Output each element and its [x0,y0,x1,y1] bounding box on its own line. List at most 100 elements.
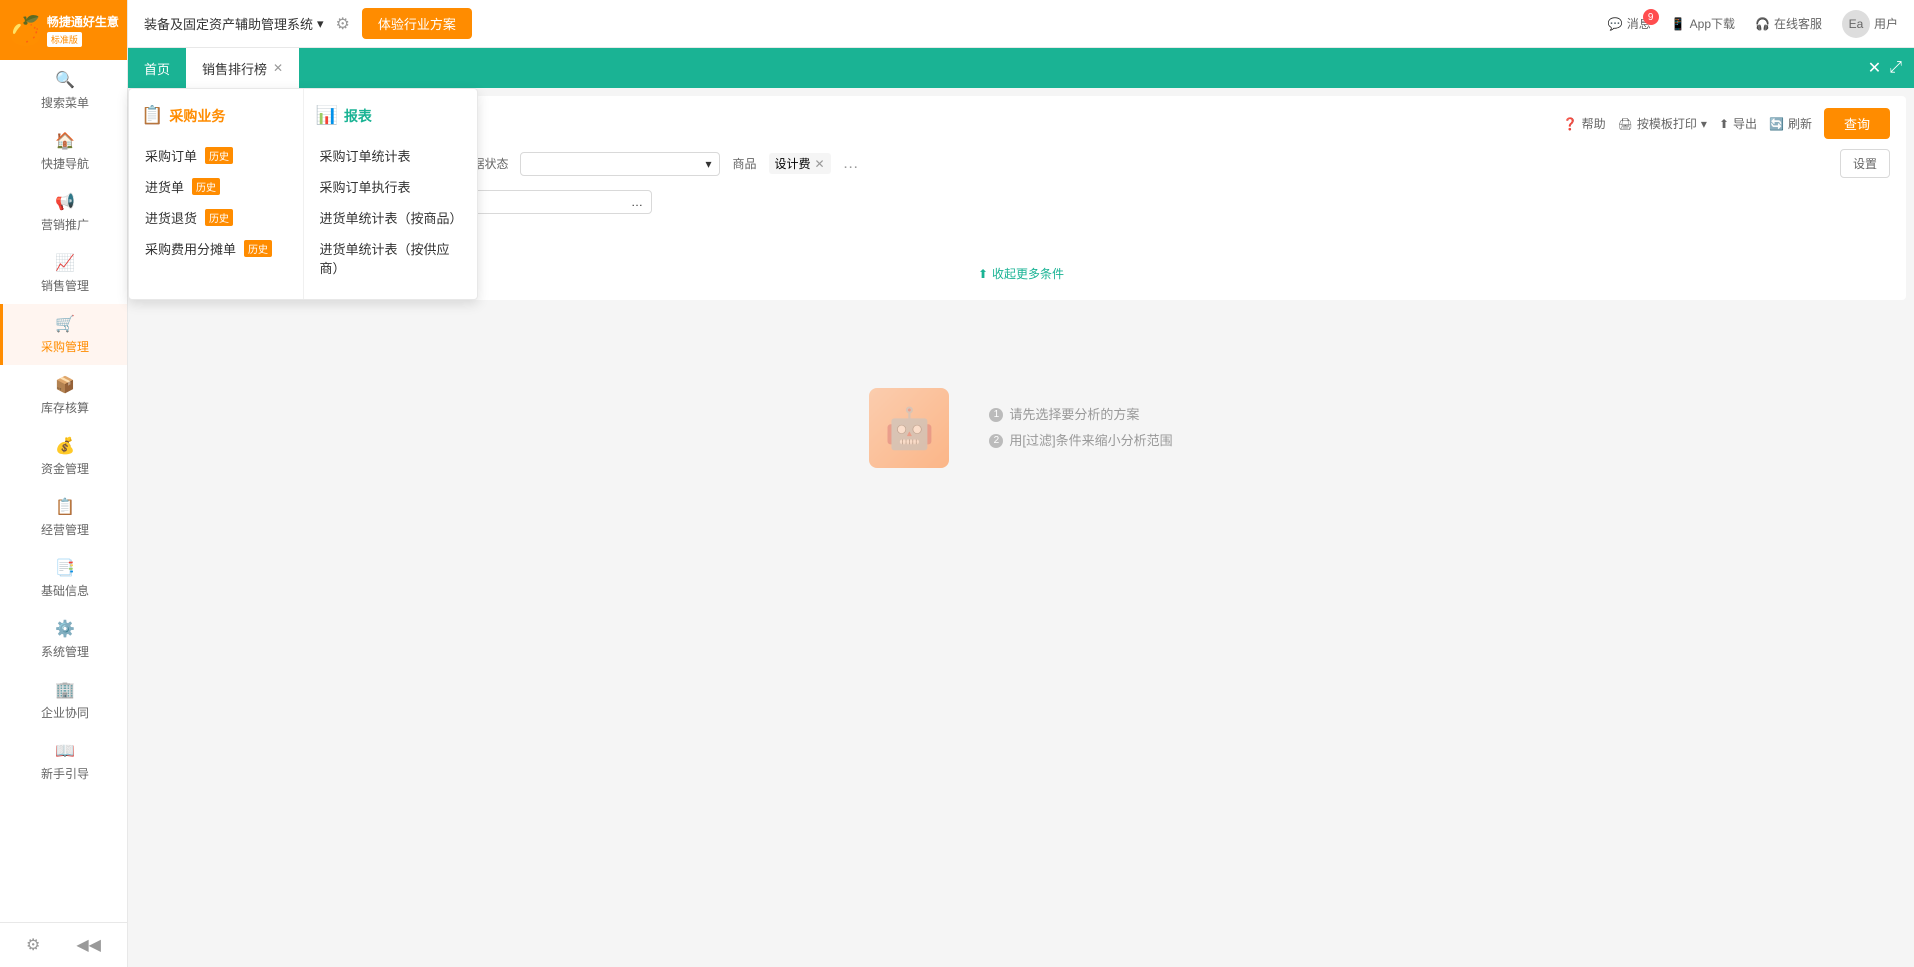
refresh-icon: 🔄 [1769,117,1784,131]
sidebar-item-enterprise-label: 企业协同 [41,704,89,721]
topbar-user[interactable]: Ea 用户 [1842,10,1898,38]
report-order-stats-item[interactable]: 采购订单统计表 [316,140,466,171]
search-icon: 🔍 [55,70,75,90]
purchase-order-history: 历史 [205,147,233,164]
tab-sales-rank[interactable]: 销售排行榜 ✕ [186,48,299,88]
goods-more-btn[interactable]: … [843,155,859,173]
logo-text: 畅捷通好生意 标准版 [47,13,119,47]
logo-icon: 🍊 [8,14,43,47]
sidebar-item-purchase[interactable]: 🛒 采购管理 [0,304,127,365]
sidebar-item-purchase-label: 采购管理 [41,338,89,355]
reports-col: 📊 报表 采购订单统计表 采购订单执行表 进货单统计表（按商品） 进货单统计表（… [304,89,478,299]
sidebar-item-enterprise[interactable]: 🏢 企业协同 [0,670,127,731]
topbar-app-download[interactable]: 📱 App下载 [1671,15,1735,32]
sidebar-item-system[interactable]: ⚙️ 系统管理 [0,609,127,670]
topbar-messages[interactable]: 💬 消息 9 [1608,15,1651,32]
sidebar-item-inventory-label: 库存核算 [41,399,89,416]
goods-tag-close[interactable]: ✕ [815,157,825,171]
tab-home-label: 首页 [144,59,170,78]
sidebar-menu: 🔍 搜索菜单 🏠 快捷导航 📢 营销推广 📈 销售管理 🛒 采购管理 📦 库存核… [0,60,127,922]
print-icon: 🖨 [1618,117,1633,131]
empty-state: 🤖 请先选择要分析的方案 用[过滤]条件来缩小分析范围 [128,308,1914,548]
topbar: 装备及固定资产辅助管理系统 ▾ ⚙ 体验行业方案 💬 消息 9 📱 App下载 … [128,0,1914,48]
report-inbound-supplier-item[interactable]: 进货单统计表（按供应商） [316,233,466,283]
sidebar-item-marketing[interactable]: 📢 营销推广 [0,182,127,243]
purchase-col-title: 📋 采购业务 [141,105,291,126]
purchase-icon: 🛒 [55,314,75,334]
report-order-exec-item[interactable]: 采购订单执行表 [316,171,466,202]
industry-btn[interactable]: 体验行业方案 [362,8,472,39]
salesman-select[interactable]: … [452,190,652,214]
purchase-return-history: 历史 [205,209,233,226]
message-badge: 9 [1643,9,1659,25]
system-title-dropdown[interactable]: 装备及固定资产辅助管理系统 ▾ [144,14,324,33]
print-btn[interactable]: 🖨 按模板打印 ▾ [1618,115,1707,132]
settings-btn[interactable]: 设置 [1840,149,1890,178]
sidebar-item-quicknav[interactable]: 🏠 快捷导航 [0,121,127,182]
finance-icon: 💰 [55,436,75,456]
query-btn[interactable]: 查询 [1824,108,1890,139]
export-btn[interactable]: ⬆ 导出 [1719,115,1757,132]
report-inbound-goods-item[interactable]: 进货单统计表（按商品） [316,202,466,233]
purchase-dropdown-menu: 📋 采购业务 采购订单 历史 进货单 历史 进货退货 历史 采购费用分摊单 历史… [128,88,478,300]
sidebar-settings-btn[interactable]: ⚙ [26,935,40,955]
empty-hint-2: 用[过滤]条件来缩小分析范围 [989,428,1172,454]
status-dropdown-icon: ▾ [705,157,711,171]
topbar-right: 💬 消息 9 📱 App下载 🎧 在线客服 Ea 用户 [1608,10,1898,38]
sidebar-item-finance[interactable]: 💰 资金管理 [0,426,127,487]
salesman-more-icon: … [631,195,643,209]
tab-close-window-btn[interactable]: ✕ [1868,58,1881,78]
inventory-icon: 📦 [55,375,75,395]
sidebar-item-finance-label: 资金管理 [41,460,89,477]
avatar: Ea [1842,10,1870,38]
tabbar: 首页 销售排行榜 ✕ ✕ ⤢ [128,48,1914,88]
purchase-expense-item[interactable]: 采购费用分摊单 历史 [141,233,291,264]
sidebar-bottom: ⚙ ◀◀ [0,922,127,967]
sidebar-item-search[interactable]: 🔍 搜索菜单 [0,60,127,121]
sidebar-collapse-btn[interactable]: ◀◀ [76,935,101,955]
tab-home[interactable]: 首页 [128,48,186,88]
sidebar-item-inventory[interactable]: 📦 库存核算 [0,365,127,426]
help-btn[interactable]: ❓ 帮助 [1563,115,1606,132]
purchase-inbound-item[interactable]: 进货单 历史 [141,171,291,202]
sidebar-item-sales[interactable]: 📈 销售管理 [0,243,127,304]
sidebar-item-operations[interactable]: 📋 经营管理 [0,487,127,548]
sidebar-item-sales-label: 销售管理 [41,277,89,294]
purchase-return-item[interactable]: 进货退货 历史 [141,202,291,233]
sidebar-logo: 🍊 畅捷通好生意 标准版 [0,0,127,60]
phone-icon: 📱 [1671,17,1686,31]
sidebar-item-guide-label: 新手引导 [41,765,89,782]
goods-tag: 设计费 ✕ [769,153,831,174]
tab-expand-btn[interactable]: ⤢ [1889,59,1902,77]
topbar-settings-icon[interactable]: ⚙ [336,14,350,34]
tab-close-icon[interactable]: ✕ [273,61,283,75]
system-title-text: 装备及固定资产辅助管理系统 [144,14,313,33]
dropdown-arrow-icon: ▾ [317,16,324,32]
sidebar: 🍊 畅捷通好生意 标准版 🔍 搜索菜单 🏠 快捷导航 📢 营销推广 📈 销售管理… [0,0,128,967]
reports-col-title: 📊 报表 [316,105,466,126]
empty-hints: 请先选择要分析的方案 用[过滤]条件来缩小分析范围 [989,402,1172,454]
guide-icon: 📖 [55,741,75,761]
system-icon: ⚙️ [55,619,75,639]
status-select[interactable]: ▾ [520,152,720,176]
sidebar-item-basic-label: 基础信息 [41,582,89,599]
sidebar-item-operations-label: 经营管理 [41,521,89,538]
sidebar-item-basic[interactable]: 📑 基础信息 [0,548,127,609]
purchase-order-item[interactable]: 采购订单 历史 [141,140,291,171]
tabbar-right: ✕ ⤢ [1868,58,1914,78]
sidebar-item-search-label: 搜索菜单 [41,94,89,111]
refresh-btn[interactable]: 🔄 刷新 [1769,115,1812,132]
marketing-icon: 📢 [55,192,75,212]
purchase-inbound-history: 历史 [192,178,220,195]
sidebar-item-guide[interactable]: 📖 新手引导 [0,731,127,792]
purchase-col: 📋 采购业务 采购订单 历史 进货单 历史 进货退货 历史 采购费用分摊单 历史 [129,89,304,299]
goods-label: 商品 [732,155,756,172]
sidebar-item-quicknav-label: 快捷导航 [41,155,89,172]
message-icon: 💬 [1608,17,1623,31]
help-icon: ❓ [1563,117,1578,131]
topbar-online-service[interactable]: 🎧 在线客服 [1755,15,1822,32]
ops-icon: 📋 [55,497,75,517]
tab-sales-rank-label: 销售排行榜 [202,59,267,78]
purchase-expense-history: 历史 [244,240,272,257]
collapse-icon: ⬆ [978,267,988,281]
